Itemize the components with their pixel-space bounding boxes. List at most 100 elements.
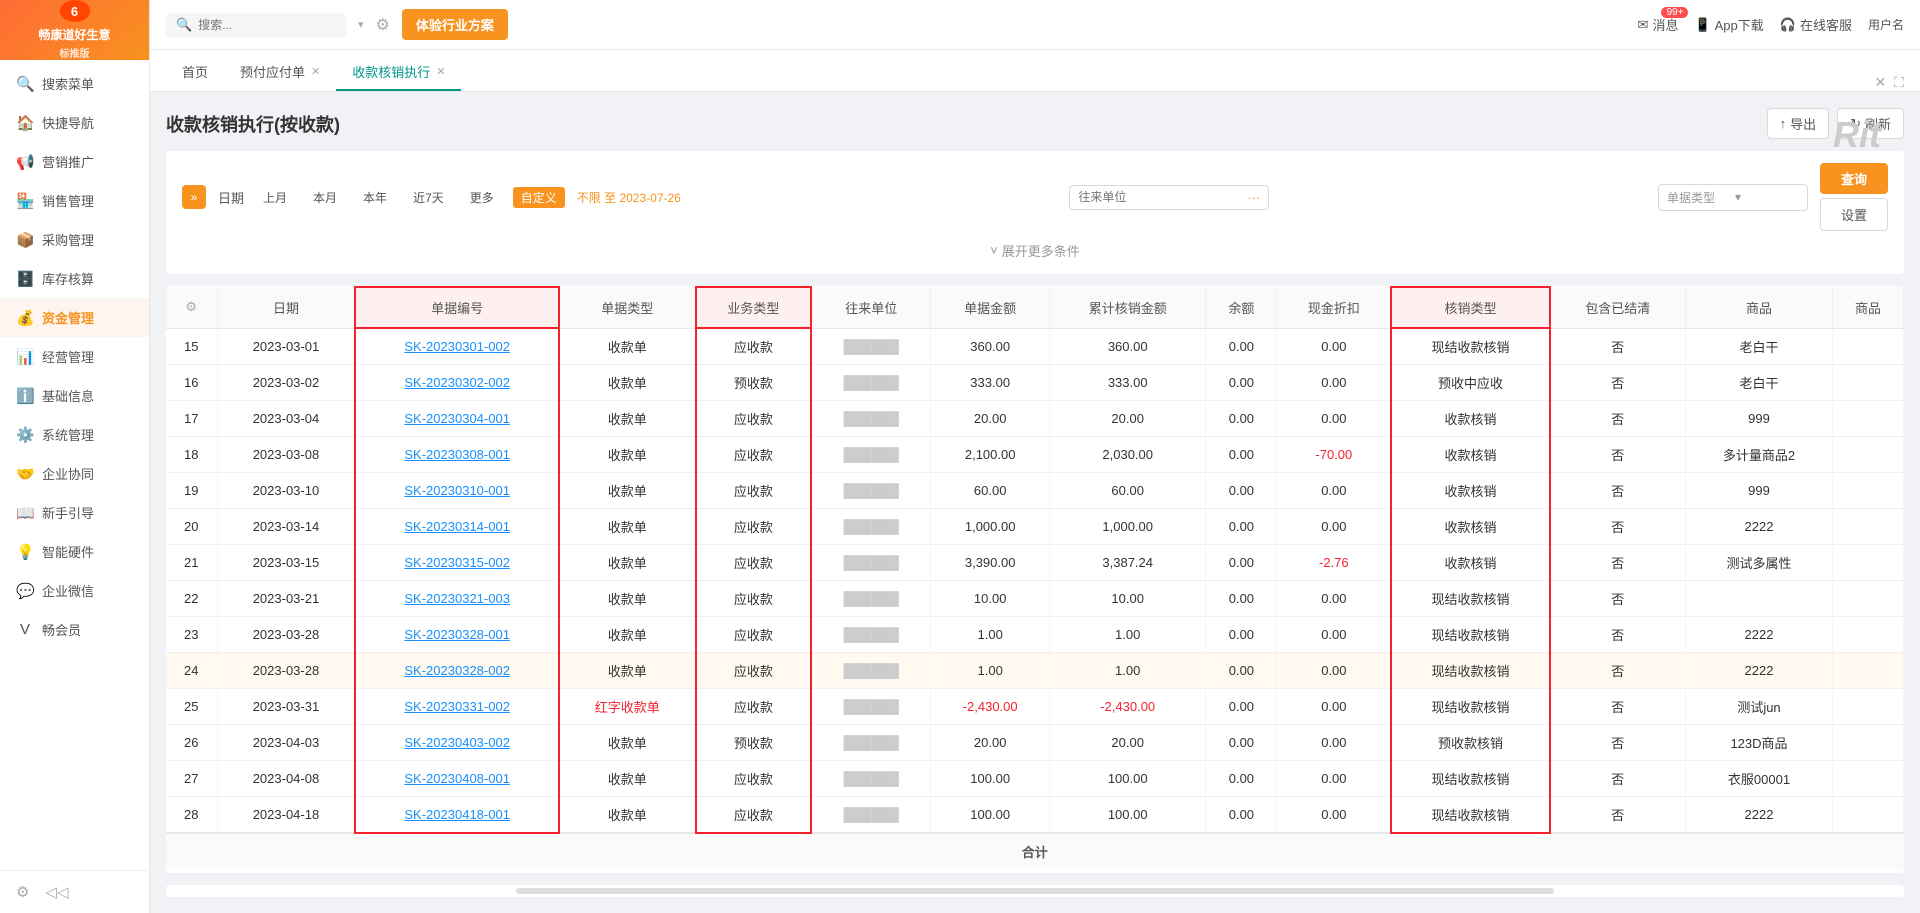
search-input[interactable] <box>198 18 328 32</box>
doc-no-link[interactable]: SK-20230418-001 <box>404 807 510 822</box>
th-gear[interactable]: ⚙ <box>166 287 217 328</box>
doc-no-link[interactable]: SK-20230304-001 <box>404 411 510 426</box>
query-button[interactable]: 查询 <box>1820 163 1888 194</box>
cell-partner: ██████ <box>811 401 931 437</box>
th-product: 商品 <box>1685 287 1832 328</box>
cell-product: 2222 <box>1685 617 1832 653</box>
date-filter-label: 日期 <box>218 188 244 207</box>
logo-icon: 6 <box>60 0 90 22</box>
sidebar-item-inventory[interactable]: 🗄️库存核算 <box>0 259 149 298</box>
dropdown-chevron-icon[interactable]: ▾ <box>358 18 364 31</box>
expand-filter-button[interactable]: ˅ 展开更多条件 <box>182 239 1888 262</box>
partner-filter[interactable]: ··· <box>1069 185 1269 210</box>
sidebar-item-hardware[interactable]: 💡智能硬件 <box>0 532 149 571</box>
sidebar-item-quick-nav[interactable]: 🏠快捷导航 <box>0 103 149 142</box>
sidebar-item-guide[interactable]: 📖新手引导 <box>0 493 149 532</box>
cell-acc-amount: 1.00 <box>1049 653 1206 689</box>
sidebar-item-wechat[interactable]: 💬企业微信 <box>0 571 149 610</box>
cell-biz-type: 预收款 <box>696 365 811 401</box>
horizontal-scrollbar[interactable] <box>166 885 1904 897</box>
table-row: 26 2023-04-03 SK-20230403-002 收款单 预收款 ██… <box>166 725 1904 761</box>
sidebar-item-member[interactable]: V畅会员 <box>0 610 149 649</box>
settings-button[interactable]: 设置 <box>1820 198 1888 231</box>
cell-product2 <box>1833 797 1904 834</box>
table-row: 20 2023-03-14 SK-20230314-001 收款单 应收款 ██… <box>166 509 1904 545</box>
messages-badge: 99+ <box>1661 7 1688 18</box>
tab-prepay[interactable]: 预付应付单 ✕ <box>224 54 336 91</box>
filter-toggle-button[interactable]: » <box>182 185 206 209</box>
date-this-year-btn[interactable]: 本年 <box>356 186 394 209</box>
sidebar-label-purchase: 采购管理 <box>42 230 94 249</box>
table-footer-row: 合计 <box>166 833 1904 869</box>
sidebar-item-enterprise[interactable]: 🤝企业协同 <box>0 454 149 493</box>
date-more-btn[interactable]: 更多 <box>463 186 501 209</box>
topbar-gear-icon[interactable]: ⚙ <box>376 15 390 35</box>
cell-balance: 0.00 <box>1206 617 1277 653</box>
cell-cash-discount: -2.76 <box>1277 545 1392 581</box>
sidebar-item-basic[interactable]: ℹ️基础信息 <box>0 376 149 415</box>
doc-no-link[interactable]: SK-20230301-002 <box>404 339 510 354</box>
chevron-down-icon-2: ˅ <box>990 243 998 258</box>
doc-no-link[interactable]: SK-20230408-001 <box>404 771 510 786</box>
cell-acc-amount: 100.00 <box>1049 797 1206 834</box>
user-info[interactable]: 用户名 <box>1868 16 1904 33</box>
cell-include-cleared: 否 <box>1550 689 1686 725</box>
tab-home[interactable]: 首页 <box>166 54 224 91</box>
tab-collection[interactable]: 收款核销执行 ✕ <box>336 54 461 91</box>
cell-cancel-type: 现结收款核销 <box>1391 328 1549 365</box>
sidebar-item-search-menu[interactable]: 🔍搜索菜单 <box>0 64 149 103</box>
sidebar-item-marketing[interactable]: 📢营销推广 <box>0 142 149 181</box>
cell-balance: 0.00 <box>1206 401 1277 437</box>
settings-icon[interactable]: ⚙ <box>16 883 29 901</box>
sidebar-item-system[interactable]: ⚙️系统管理 <box>0 415 149 454</box>
fullscreen-icon[interactable]: ⛶ <box>1894 74 1904 91</box>
messages-button[interactable]: ✉ 消息 99+ <box>1638 15 1679 34</box>
export-button[interactable]: ↑ 导出 <box>1767 108 1830 139</box>
cell-date: 2023-03-02 <box>217 365 355 401</box>
doc-no-link[interactable]: SK-20230328-001 <box>404 627 510 642</box>
cell-acc-amount: -2,430.00 <box>1049 689 1206 725</box>
solution-button[interactable]: 体验行业方案 <box>402 9 508 40</box>
sidebar-label-member: 畅会员 <box>42 620 81 639</box>
sidebar-label-enterprise: 企业协同 <box>42 464 94 483</box>
partner-input[interactable] <box>1078 190 1243 204</box>
doc-no-link[interactable]: SK-20230403-002 <box>404 735 510 750</box>
cell-date: 2023-03-08 <box>217 437 355 473</box>
sidebar-item-sales[interactable]: 🏪 销售管理 <box>0 181 149 220</box>
online-service-button[interactable]: 🎧 在线客服 <box>1780 15 1852 34</box>
app-download-button[interactable]: 📱 App下载 <box>1694 15 1763 34</box>
cell-cancel-type: 收款核销 <box>1391 401 1549 437</box>
date-last-month-btn[interactable]: 上月 <box>256 186 294 209</box>
doc-no-link[interactable]: SK-20230331-002 <box>404 699 510 714</box>
sidebar-icon-guide: 📖 <box>16 504 34 522</box>
close-window-icon[interactable]: ✕ <box>1874 74 1886 91</box>
doc-no-link[interactable]: SK-20230314-001 <box>404 519 510 534</box>
tab-prepay-close[interactable]: ✕ <box>311 65 320 78</box>
date-custom-btn[interactable]: 自定义 <box>513 187 565 208</box>
cell-doc-type: 收款单 <box>559 797 696 834</box>
topbar-search[interactable]: 🔍 <box>166 13 346 37</box>
doc-no-link[interactable]: SK-20230310-001 <box>404 483 510 498</box>
doc-no-link[interactable]: SK-20230321-003 <box>404 591 510 606</box>
collapse-icon[interactable]: ◁◁ <box>45 883 68 901</box>
cell-biz-type: 应收款 <box>696 797 811 834</box>
sidebar-label-marketing: 营销推广 <box>42 152 94 171</box>
doc-no-link[interactable]: SK-20230302-002 <box>404 375 510 390</box>
doc-no-link[interactable]: SK-20230315-002 <box>404 555 510 570</box>
refresh-button[interactable]: ↻ 刷新 <box>1837 108 1904 139</box>
date-7days-btn[interactable]: 近7天 <box>406 186 451 209</box>
date-this-month-btn[interactable]: 本月 <box>306 186 344 209</box>
sidebar-item-operations[interactable]: 📊经营管理 <box>0 337 149 376</box>
cell-partner: ██████ <box>811 328 931 365</box>
cell-date: 2023-03-21 <box>217 581 355 617</box>
sidebar-item-purchase[interactable]: 📦采购管理 <box>0 220 149 259</box>
sidebar-item-finance[interactable]: 💰资金管理 <box>0 298 149 337</box>
phone-icon: 📱 <box>1694 17 1710 33</box>
chevron-down-icon: ▾ <box>1735 190 1799 204</box>
doc-no-link[interactable]: SK-20230308-001 <box>404 447 510 462</box>
doc-no-link[interactable]: SK-20230328-002 <box>404 663 510 678</box>
tab-collection-close[interactable]: ✕ <box>436 65 445 78</box>
sidebar-icon-sales: 🏪 <box>16 192 34 210</box>
doc-type-filter[interactable]: 单据类型 ▾ <box>1658 184 1808 211</box>
sidebar-label-sales: 销售管理 <box>42 191 94 210</box>
